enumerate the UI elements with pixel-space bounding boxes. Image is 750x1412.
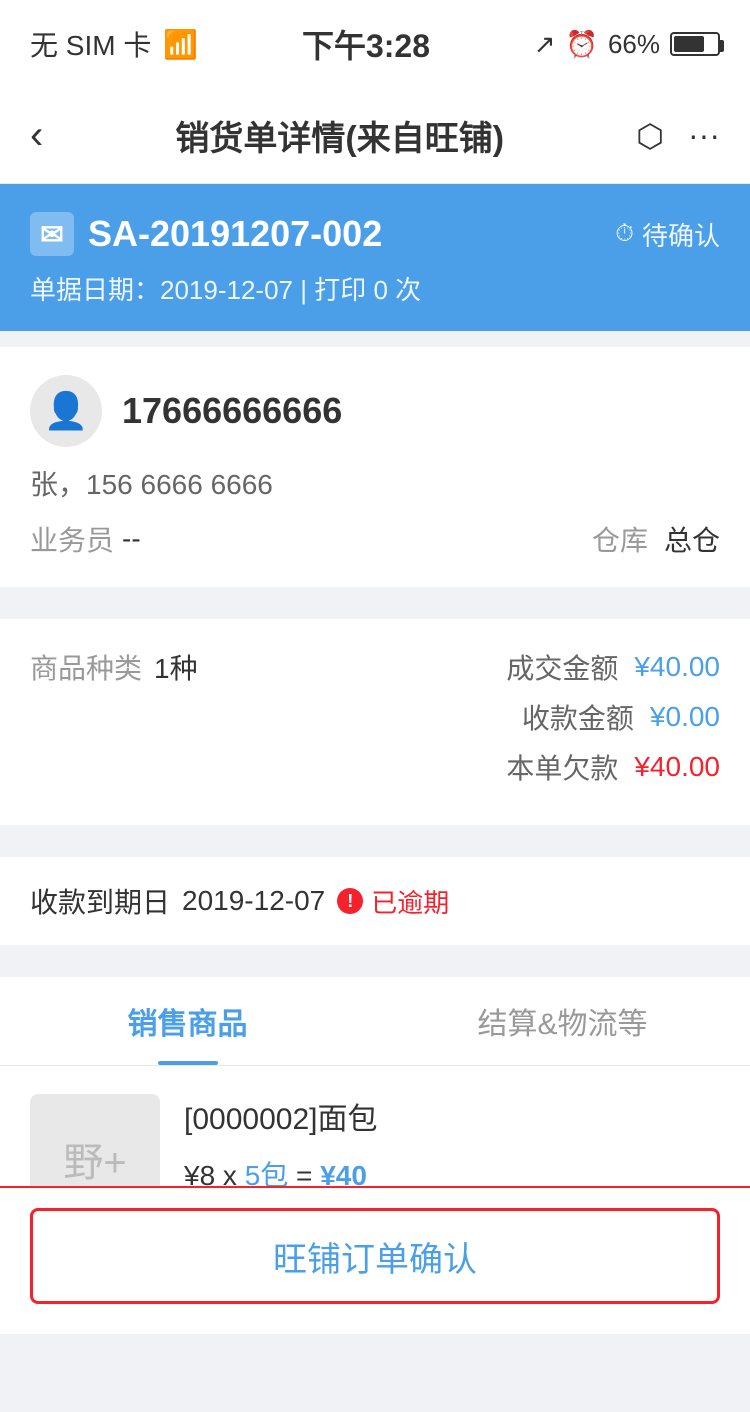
order-header: ✉ SA-20191207-002 ⏱ 待确认 单据日期：2019-12-07 … bbox=[0, 184, 750, 331]
avatar: 👤 bbox=[30, 375, 102, 447]
collected-item: 收款金额 ¥0.00 bbox=[506, 697, 720, 737]
tabs-row: 销售商品 结算&物流等 bbox=[0, 977, 750, 1066]
customer-meta: 业务员 -- 仓库 总仓 bbox=[30, 519, 720, 559]
tab-sales-label: 销售商品 bbox=[128, 999, 248, 1043]
avatar-icon: 👤 bbox=[44, 390, 89, 432]
order-id: ✉ SA-20191207-002 bbox=[30, 212, 382, 256]
collected-value: ¥0.00 bbox=[650, 701, 720, 733]
customer-row: 👤 17666666666 bbox=[30, 375, 720, 447]
debt-value: ¥40.00 bbox=[634, 751, 720, 783]
battery-icon bbox=[670, 32, 720, 56]
separator-1 bbox=[0, 331, 750, 347]
time-label: 下午3:28 bbox=[302, 21, 430, 67]
alarm-icon: ⏰ bbox=[566, 29, 598, 60]
collected-label: 收款金额 bbox=[522, 697, 634, 737]
amount-label: 成交金额 bbox=[506, 647, 618, 687]
product-logo: 野+ bbox=[63, 1130, 126, 1188]
separator-4 bbox=[0, 961, 750, 977]
separator-3 bbox=[0, 841, 750, 857]
product-info: [0000002]面包 ¥8 x 5包 = ¥40 bbox=[184, 1094, 720, 1194]
wifi-icon: 📶 bbox=[163, 28, 198, 61]
due-label: 收款到期日 bbox=[30, 881, 170, 921]
order-id-row: ✉ SA-20191207-002 ⏱ 待确认 bbox=[30, 212, 720, 256]
separator-2 bbox=[0, 603, 750, 619]
staff-label: 业务员 bbox=[30, 519, 114, 559]
confirm-button[interactable]: 旺铺订单确认 bbox=[30, 1208, 720, 1304]
order-envelope-icon: ✉ bbox=[30, 212, 74, 256]
nav-bar: ‹ 销货单详情(来自旺铺) ⬡ ··· bbox=[0, 88, 750, 184]
info-grid: 商品种类 1种 成交金额 ¥40.00 收款金额 ¥0.00 本单欠款 ¥40.… bbox=[30, 647, 720, 797]
debt-item: 本单欠款 ¥40.00 bbox=[506, 747, 720, 787]
order-id-text: SA-20191207-002 bbox=[88, 213, 382, 255]
share-icon[interactable]: ⬡ bbox=[636, 117, 664, 155]
clock-icon: ⏱ bbox=[615, 220, 634, 248]
carrier-label: 无 SIM 卡 bbox=[30, 24, 151, 64]
product-type-value: 1种 bbox=[154, 647, 198, 687]
product-type-item: 商品种类 1种 bbox=[30, 647, 198, 687]
customer-section: 👤 17666666666 张，156 6666 6666 业务员 -- 仓库 … bbox=[0, 347, 750, 587]
tab-settlement[interactable]: 结算&物流等 bbox=[375, 977, 750, 1065]
overdue-badge: ! 已逾期 bbox=[337, 883, 449, 920]
product-name: [0000002]面包 bbox=[184, 1094, 720, 1138]
location-icon: ↗ bbox=[534, 29, 556, 60]
more-icon[interactable]: ··· bbox=[688, 117, 720, 154]
order-status: ⏱ 待确认 bbox=[615, 216, 720, 253]
tab-settlement-label: 结算&物流等 bbox=[477, 999, 647, 1043]
status-right: ↗ ⏰ 66% bbox=[534, 29, 720, 60]
overdue-icon: ! bbox=[337, 888, 363, 914]
info-right: 成交金额 ¥40.00 收款金额 ¥0.00 本单欠款 ¥40.00 bbox=[506, 647, 720, 797]
info-left: 商品种类 1种 bbox=[30, 647, 198, 699]
due-section: 收款到期日 2019-12-07 ! 已逾期 bbox=[0, 857, 750, 945]
warehouse-label: 仓库 bbox=[592, 519, 648, 559]
page-title: 销货单详情(来自旺铺) bbox=[175, 111, 504, 160]
customer-phone: 17666666666 bbox=[122, 390, 342, 432]
customer-name-detail: 张，156 6666 6666 bbox=[30, 463, 720, 503]
tab-sales-products[interactable]: 销售商品 bbox=[0, 977, 375, 1065]
battery-percent: 66% bbox=[608, 29, 660, 60]
order-info-section: 商品种类 1种 成交金额 ¥40.00 收款金额 ¥0.00 本单欠款 ¥40.… bbox=[0, 619, 750, 825]
nav-actions: ⬡ ··· bbox=[636, 117, 720, 155]
status-text: 待确认 bbox=[642, 216, 720, 253]
warehouse-section: 仓库 总仓 bbox=[592, 519, 720, 559]
debt-label: 本单欠款 bbox=[506, 747, 618, 787]
back-button[interactable]: ‹ bbox=[30, 113, 43, 158]
order-date: 单据日期：2019-12-07 | 打印 0 次 bbox=[30, 270, 720, 307]
warehouse-value: 总仓 bbox=[664, 519, 720, 559]
overdue-text: 已逾期 bbox=[371, 883, 449, 920]
amount-item: 成交金额 ¥40.00 bbox=[506, 647, 720, 687]
confirm-btn-wrap: 旺铺订单确认 bbox=[0, 1186, 750, 1334]
amount-value: ¥40.00 bbox=[634, 651, 720, 683]
staff-value: -- bbox=[122, 523, 141, 555]
status-left: 无 SIM 卡 📶 bbox=[30, 24, 198, 64]
product-type-label: 商品种类 bbox=[30, 647, 142, 687]
due-date: 2019-12-07 bbox=[182, 885, 325, 917]
status-bar: 无 SIM 卡 📶 下午3:28 ↗ ⏰ 66% bbox=[0, 0, 750, 88]
